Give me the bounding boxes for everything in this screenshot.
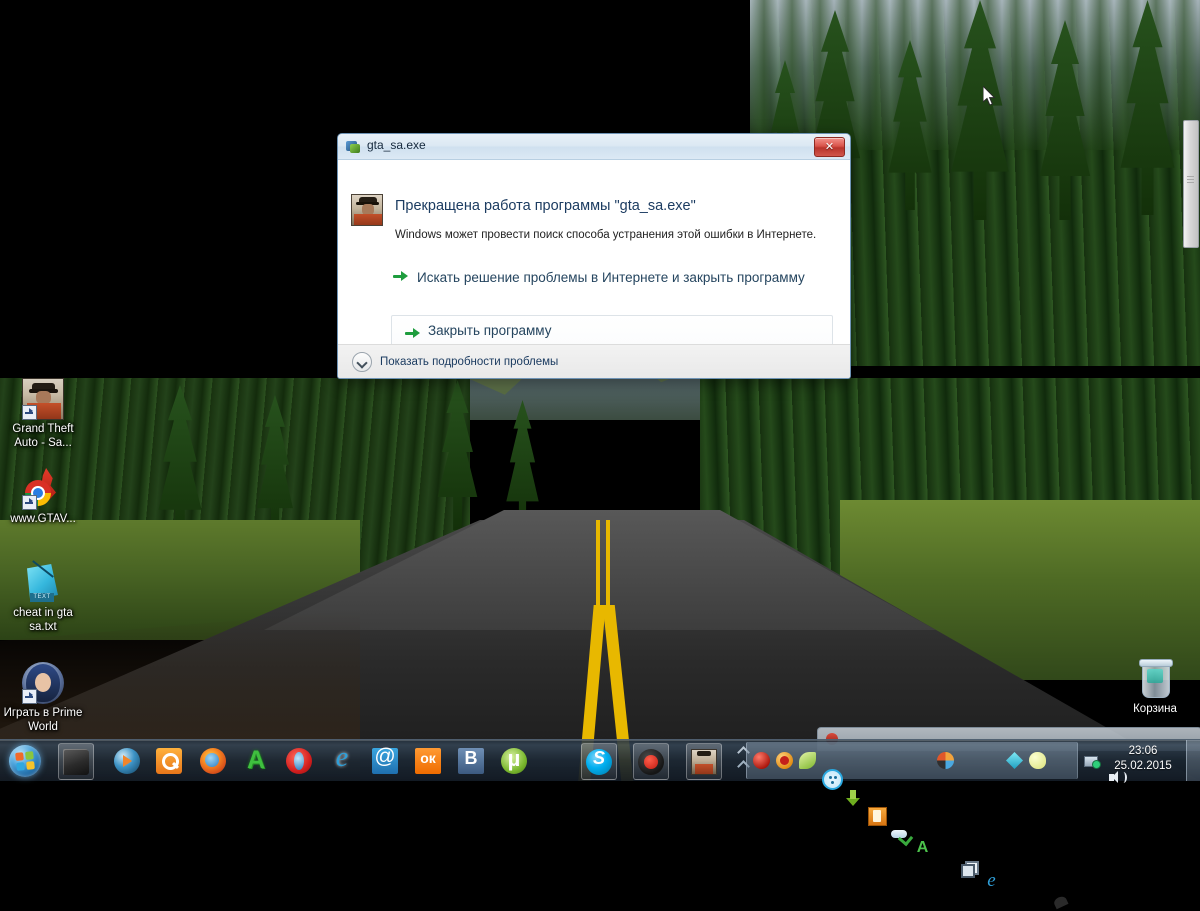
desktop-icon-gtav-site[interactable]: www.GTAV... — [0, 468, 86, 527]
chevron-down-circle-icon — [352, 352, 372, 372]
taskbar-item-firefox[interactable] — [196, 743, 230, 778]
show-desktop-button[interactable] — [1186, 740, 1200, 781]
taskbar-item-utorrent[interactable] — [497, 743, 531, 778]
dialog-title-bar[interactable]: gta_sa.exe — [338, 134, 850, 160]
show-details-label: Показать подробности проблемы — [380, 356, 559, 368]
taskbar-item-internet-explorer[interactable] — [325, 742, 359, 778]
shortcut-overlay-icon — [22, 405, 37, 420]
option-label: Закрыть программу — [428, 323, 552, 338]
yellow-blob-icon[interactable] — [1029, 752, 1046, 769]
record-dot-icon — [638, 748, 664, 775]
taskbar-item-opera[interactable] — [282, 743, 316, 778]
taskbar-item-screen-recorder[interactable] — [633, 743, 669, 780]
red-ball-icon[interactable] — [753, 752, 770, 769]
clock-date: 25.02.2015 — [1114, 760, 1172, 772]
taskbar-item-explorer[interactable] — [58, 743, 94, 780]
shortcut-overlay-icon — [22, 495, 37, 510]
magnifier-orange-icon — [156, 747, 182, 774]
dialog-title: gta_sa.exe — [367, 138, 426, 152]
color-globe-icon[interactable] — [937, 752, 954, 769]
taskbar[interactable]: 23:06 25.02.2015 — [0, 739, 1200, 892]
desktop-icon-gta-sa[interactable]: Grand Theft Auto - Sa... — [0, 378, 86, 450]
ok-icon — [415, 747, 441, 774]
tray-overflow-toggle[interactable] — [737, 744, 750, 777]
opera-icon — [286, 747, 312, 774]
windows-start-orb[interactable] — [3, 742, 51, 779]
app-crash-icon — [346, 139, 361, 154]
desktop-icon-label: Играть в Prime World — [3, 707, 83, 733]
desktop-icon-label: Корзина — [1133, 703, 1177, 715]
green-down-arrow-icon[interactable] — [845, 790, 862, 807]
error-dialog[interactable]: gta_sa.exe Прекращена работа программы "… — [337, 133, 851, 379]
road-center-line — [606, 520, 610, 610]
desktop-icon-label: Grand Theft Auto - Sa... — [12, 423, 74, 449]
amigo-a-icon — [243, 746, 269, 775]
taskbar-item-skype[interactable] — [581, 743, 617, 780]
close-icon[interactable] — [814, 137, 845, 157]
window-stack-icon[interactable] — [960, 860, 979, 878]
app-scrollbar[interactable] — [1183, 0, 1200, 366]
recycle-bin-icon — [1134, 658, 1176, 700]
show-problem-details-toggle[interactable]: Показать подробности проблемы — [352, 352, 558, 372]
cloud-check-icon[interactable] — [891, 826, 908, 843]
network-icon[interactable] — [1083, 752, 1101, 769]
clock[interactable]: 23:06 25.02.2015 — [1104, 744, 1182, 774]
desktop-icon-recycle-bin[interactable]: Корзина — [1112, 658, 1198, 717]
close-program-option[interactable]: Закрыть программу — [391, 315, 833, 347]
desktop-icon-cheat-txt[interactable]: TEXT cheat in gta sa.txt — [0, 560, 86, 634]
taskbar-item-mail-agent[interactable] — [368, 743, 402, 778]
green-arrow-icon — [393, 270, 409, 284]
windows-logo-icon — [15, 751, 35, 771]
dialog-body: Прекращена работа программы "gta_sa.exe"… — [338, 160, 850, 347]
firefox-icon — [200, 747, 226, 774]
vk-b-icon — [458, 747, 484, 774]
taskbar-item-amigo-browser[interactable] — [239, 743, 273, 778]
system-tray[interactable] — [746, 742, 1078, 892]
scrollbar-thumb[interactable] — [1183, 120, 1199, 248]
orange-document-icon[interactable] — [868, 807, 887, 826]
dialog-heading: Прекращена работа программы "gta_sa.exe" — [395, 198, 696, 214]
satellite-dish-icon[interactable] — [1052, 894, 1069, 911]
utorrent-mu-icon — [501, 746, 527, 774]
taskbar-item-vkontakte[interactable] — [454, 743, 488, 778]
dialog-subtext: Windows может провести поиск способа уст… — [395, 229, 817, 241]
desktop-icon-label: cheat in gta sa.txt — [13, 607, 73, 633]
blue-disc-icon[interactable] — [822, 769, 843, 790]
at-sign-icon — [372, 745, 398, 774]
taskbar-item-odnoklassniki[interactable] — [411, 743, 445, 778]
green-leaf-icon[interactable] — [799, 752, 816, 769]
text-file-tag: TEXT — [30, 593, 54, 602]
road-center-line — [596, 520, 600, 610]
taskbar-item-search-app[interactable] — [152, 743, 186, 778]
search-online-and-close-option[interactable]: Искать решение проблемы в Интернете и за… — [393, 267, 832, 288]
taskbar-item-gta-sa[interactable] — [686, 743, 722, 780]
green-a-icon[interactable] — [914, 839, 931, 860]
gta-character-icon — [691, 748, 717, 775]
ie-e-icon[interactable] — [983, 870, 1000, 894]
green-arrow-icon — [405, 327, 421, 341]
gta-character-icon — [351, 194, 383, 226]
orange-shield-icon[interactable] — [776, 752, 793, 769]
clock-time: 23:06 — [1128, 745, 1158, 757]
cyan-diamond-icon[interactable] — [1006, 752, 1023, 769]
dialog-footer: Показать подробности проблемы — [338, 344, 850, 378]
wmp-icon — [114, 747, 140, 774]
text-file-icon: TEXT — [22, 560, 64, 604]
scrollbar-grip-icon — [1187, 176, 1194, 185]
folder-explorer-icon — [63, 748, 89, 775]
desktop-icon-label: www.GTAV... — [10, 513, 76, 525]
desktop-icon-prime-world[interactable]: Играть в Prime World — [0, 662, 86, 734]
ie-e-icon — [329, 742, 355, 774]
skype-s-icon — [586, 748, 612, 775]
shortcut-overlay-icon — [22, 689, 37, 704]
taskbar-item-windows-media-player[interactable] — [110, 743, 144, 778]
option-label: Искать решение проблемы в Интернете и за… — [417, 270, 805, 285]
